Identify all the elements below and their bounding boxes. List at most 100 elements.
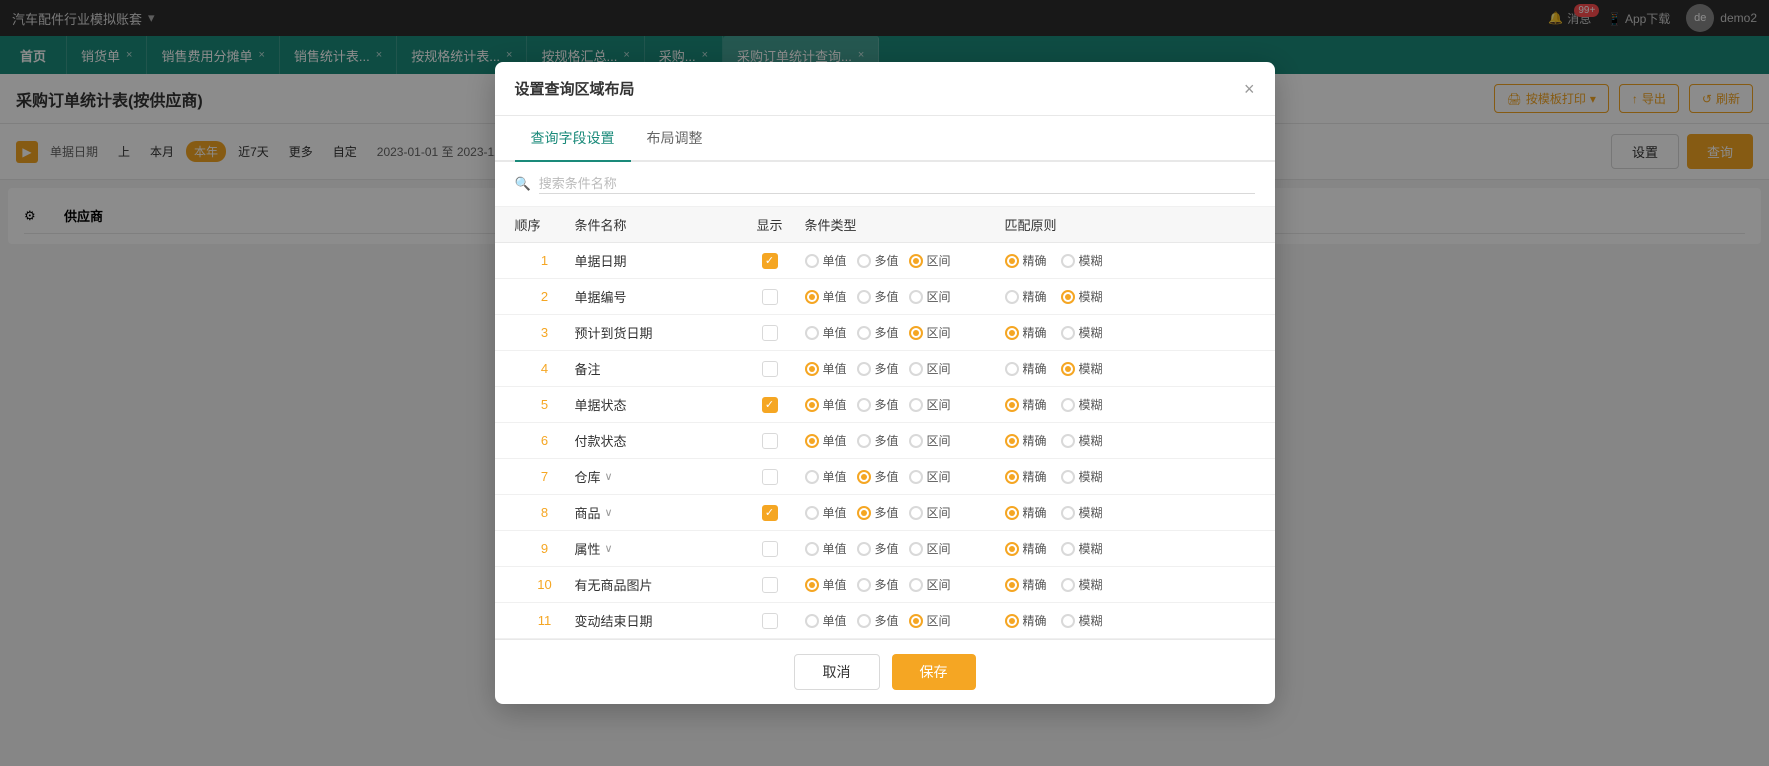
row-name: 属性 ∨	[575, 539, 735, 558]
row-display[interactable]	[735, 253, 805, 269]
expand-icon[interactable]: ∨	[605, 470, 613, 483]
match-radio-item[interactable]: 精确	[1005, 396, 1047, 413]
type-radio-item[interactable]: 单值	[805, 540, 847, 557]
row-display[interactable]	[735, 325, 805, 341]
display-checkbox[interactable]	[762, 469, 778, 485]
type-radio-item[interactable]: 多值	[857, 612, 899, 629]
type-radio-item[interactable]: 多值	[857, 252, 899, 269]
radio-label: 多值	[875, 252, 899, 269]
display-checkbox[interactable]	[762, 433, 778, 449]
display-checkbox[interactable]	[762, 325, 778, 341]
display-checkbox[interactable]	[762, 397, 778, 413]
type-radio-group: 单值 多值 区间	[805, 576, 1005, 593]
match-radio-item[interactable]: 精确	[1005, 288, 1047, 305]
type-radio-item[interactable]: 区间	[909, 540, 951, 557]
type-radio-item[interactable]: 多值	[857, 288, 899, 305]
type-radio-item[interactable]: 单值	[805, 252, 847, 269]
type-radio-item[interactable]: 多值	[857, 576, 899, 593]
type-radio-item[interactable]: 区间	[909, 324, 951, 341]
table-row: 3 预计到货日期 单值 多值 区间 精确	[495, 315, 1275, 351]
type-radio-item[interactable]: 多值	[857, 396, 899, 413]
display-checkbox[interactable]	[762, 505, 778, 521]
type-radio-item[interactable]: 单值	[805, 576, 847, 593]
match-radio-item[interactable]: 精确	[1005, 252, 1047, 269]
display-checkbox[interactable]	[762, 613, 778, 629]
radio-label: 模糊	[1079, 540, 1103, 557]
display-checkbox[interactable]	[762, 541, 778, 557]
match-radio-item[interactable]: 模糊	[1061, 540, 1103, 557]
radio-circle	[805, 254, 819, 268]
row-display[interactable]	[735, 505, 805, 521]
display-checkbox[interactable]	[762, 361, 778, 377]
match-radio-item[interactable]: 模糊	[1061, 576, 1103, 593]
radio-label: 单值	[823, 288, 847, 305]
match-radio-item[interactable]: 模糊	[1061, 396, 1103, 413]
modal-tab-layout-adjust[interactable]: 布局调整	[631, 116, 719, 162]
type-radio-item[interactable]: 单值	[805, 432, 847, 449]
save-btn[interactable]: 保存	[892, 654, 976, 690]
row-display[interactable]	[735, 397, 805, 413]
type-radio-item[interactable]: 多值	[857, 360, 899, 377]
row-display[interactable]	[735, 433, 805, 449]
type-radio-item[interactable]: 单值	[805, 504, 847, 521]
type-radio-item[interactable]: 区间	[909, 504, 951, 521]
match-radio-item[interactable]: 精确	[1005, 432, 1047, 449]
match-radio-item[interactable]: 模糊	[1061, 360, 1103, 377]
modal-tab-field-settings[interactable]: 查询字段设置	[515, 116, 631, 162]
cancel-btn[interactable]: 取消	[794, 654, 880, 690]
row-display[interactable]	[735, 289, 805, 305]
type-radio-item[interactable]: 区间	[909, 576, 951, 593]
type-radio-item[interactable]: 多值	[857, 324, 899, 341]
match-radio-item[interactable]: 模糊	[1061, 468, 1103, 485]
type-radio-item[interactable]: 区间	[909, 468, 951, 485]
match-radio-item[interactable]: 精确	[1005, 468, 1047, 485]
type-radio-item[interactable]: 单值	[805, 612, 847, 629]
match-radio-item[interactable]: 模糊	[1061, 432, 1103, 449]
type-radio-item[interactable]: 区间	[909, 288, 951, 305]
type-radio-item[interactable]: 单值	[805, 360, 847, 377]
match-radio-item[interactable]: 精确	[1005, 324, 1047, 341]
type-radio-item[interactable]: 区间	[909, 612, 951, 629]
row-display[interactable]	[735, 469, 805, 485]
type-radio-item[interactable]: 多值	[857, 504, 899, 521]
row-display[interactable]	[735, 361, 805, 377]
type-radio-item[interactable]: 区间	[909, 360, 951, 377]
match-radio-group: 精确 模糊	[1005, 576, 1205, 593]
type-radio-item[interactable]: 单值	[805, 468, 847, 485]
display-checkbox[interactable]	[762, 253, 778, 269]
radio-circle	[1061, 290, 1075, 304]
match-radio-item[interactable]: 精确	[1005, 540, 1047, 557]
modal-close-btn[interactable]: ×	[1244, 80, 1255, 98]
radio-circle	[805, 326, 819, 340]
type-radio-item[interactable]: 多值	[857, 432, 899, 449]
search-input[interactable]	[539, 174, 1255, 194]
row-display[interactable]	[735, 541, 805, 557]
type-radio-item[interactable]: 单值	[805, 288, 847, 305]
type-radio-item[interactable]: 区间	[909, 252, 951, 269]
type-radio-item[interactable]: 区间	[909, 396, 951, 413]
match-radio-item[interactable]: 模糊	[1061, 504, 1103, 521]
match-radio-item[interactable]: 模糊	[1061, 612, 1103, 629]
match-radio-item[interactable]: 精确	[1005, 504, 1047, 521]
match-radio-item[interactable]: 模糊	[1061, 288, 1103, 305]
expand-icon[interactable]: ∨	[605, 542, 613, 555]
row-display[interactable]	[735, 613, 805, 629]
type-radio-item[interactable]: 单值	[805, 396, 847, 413]
display-checkbox[interactable]	[762, 577, 778, 593]
match-radio-item[interactable]: 精确	[1005, 360, 1047, 377]
match-radio-item[interactable]: 模糊	[1061, 324, 1103, 341]
type-radio-item[interactable]: 多值	[857, 468, 899, 485]
row-display[interactable]	[735, 577, 805, 593]
radio-circle	[909, 506, 923, 520]
type-radio-item[interactable]: 多值	[857, 540, 899, 557]
type-radio-item[interactable]: 区间	[909, 432, 951, 449]
match-radio-item[interactable]: 模糊	[1061, 252, 1103, 269]
match-radio-item[interactable]: 精确	[1005, 612, 1047, 629]
expand-icon[interactable]: ∨	[605, 506, 613, 519]
type-radio-group: 单值 多值 区间	[805, 288, 1005, 305]
radio-circle	[1061, 326, 1075, 340]
display-checkbox[interactable]	[762, 289, 778, 305]
radio-circle	[909, 326, 923, 340]
match-radio-item[interactable]: 精确	[1005, 576, 1047, 593]
type-radio-item[interactable]: 单值	[805, 324, 847, 341]
